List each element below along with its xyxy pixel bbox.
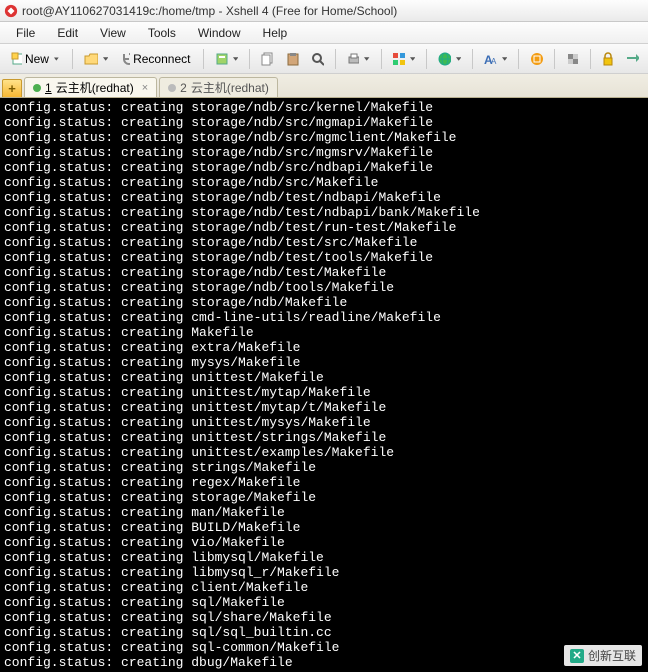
menu-window[interactable]: Window — [188, 24, 251, 42]
search-icon — [311, 52, 324, 66]
profiles-button[interactable] — [210, 48, 243, 70]
chevron-down-icon — [103, 57, 108, 61]
printer-icon — [347, 52, 360, 66]
chevron-down-icon — [54, 57, 59, 61]
separator — [590, 49, 591, 69]
transparency-button[interactable] — [561, 48, 584, 70]
profiles-icon — [215, 52, 228, 66]
find-button[interactable] — [306, 48, 329, 70]
tunneling-button[interactable] — [596, 48, 619, 70]
separator — [335, 49, 336, 69]
reconnect-icon — [122, 52, 130, 66]
color-grid-icon — [392, 52, 405, 66]
terminal-output[interactable]: config.status: creating storage/ndb/src/… — [0, 98, 648, 672]
tab-label: 云主机(redhat) — [56, 79, 134, 96]
session-tab-2[interactable]: 2 云主机(redhat) — [159, 77, 278, 97]
session-tabbar: + 1 云主机(redhat) × 2 云主机(redhat) — [0, 74, 648, 98]
open-button[interactable] — [79, 48, 114, 70]
menu-edit[interactable]: Edit — [47, 24, 88, 42]
copy-button[interactable] — [256, 48, 279, 70]
window-titlebar: root@AY110627031419c:/home/tmp - Xshell … — [0, 0, 648, 22]
transfer-icon — [626, 52, 639, 66]
chevron-down-icon — [410, 57, 415, 61]
separator — [72, 49, 73, 69]
lock-icon — [601, 52, 614, 66]
status-dot-icon — [33, 84, 41, 92]
menu-help[interactable]: Help — [253, 24, 298, 42]
fullscreen-button[interactable] — [525, 48, 548, 70]
status-dot-icon — [168, 84, 176, 92]
globe-icon — [438, 52, 451, 66]
menu-file[interactable]: File — [6, 24, 45, 42]
separator — [518, 49, 519, 69]
font-button[interactable]: AA — [479, 48, 512, 70]
watermark: ✕ 创新互联 — [564, 645, 642, 666]
chevron-down-icon — [502, 57, 507, 61]
window-title: root@AY110627031419c:/home/tmp - Xshell … — [22, 4, 397, 18]
close-icon[interactable]: × — [142, 82, 148, 94]
new-icon — [11, 52, 22, 66]
chevron-down-icon — [364, 57, 369, 61]
paste-button[interactable] — [281, 48, 304, 70]
fullscreen-icon — [530, 52, 543, 66]
separator — [426, 49, 427, 69]
chevron-down-icon — [456, 57, 461, 61]
folder-open-icon — [84, 52, 98, 66]
separator — [554, 49, 555, 69]
chevron-down-icon — [233, 57, 238, 61]
app-icon — [4, 4, 18, 18]
separator — [203, 49, 204, 69]
copy-icon — [261, 52, 274, 66]
watermark-text: 创新互联 — [588, 647, 636, 664]
encoding-button[interactable] — [433, 48, 466, 70]
session-tab-1[interactable]: 1 云主机(redhat) × — [24, 77, 157, 97]
print-button[interactable] — [342, 48, 375, 70]
separator — [472, 49, 473, 69]
transparency-icon — [566, 52, 579, 66]
menubar: File Edit View Tools Window Help — [0, 22, 648, 44]
tab-label: 云主机(redhat) — [191, 79, 269, 96]
menu-view[interactable]: View — [90, 24, 136, 42]
toolbar: New Reconnect AA — [0, 44, 648, 74]
paste-icon — [286, 52, 299, 66]
reconnect-button[interactable]: Reconnect — [115, 48, 197, 70]
xftp-button[interactable] — [621, 48, 644, 70]
watermark-icon: ✕ — [570, 649, 584, 663]
font-icon: AA — [484, 52, 497, 66]
terminal-text: config.status: creating storage/ndb/src/… — [4, 100, 644, 670]
svg-text:A: A — [491, 57, 497, 66]
new-tab-button[interactable]: + — [2, 79, 22, 97]
new-label: New — [25, 52, 49, 66]
menu-tools[interactable]: Tools — [138, 24, 186, 42]
reconnect-label: Reconnect — [133, 52, 190, 66]
new-button[interactable]: New — [4, 48, 66, 70]
separator — [249, 49, 250, 69]
separator — [381, 49, 382, 69]
tab-index: 2 — [180, 81, 187, 95]
tab-index: 1 — [45, 81, 52, 95]
color-scheme-button[interactable] — [387, 48, 420, 70]
